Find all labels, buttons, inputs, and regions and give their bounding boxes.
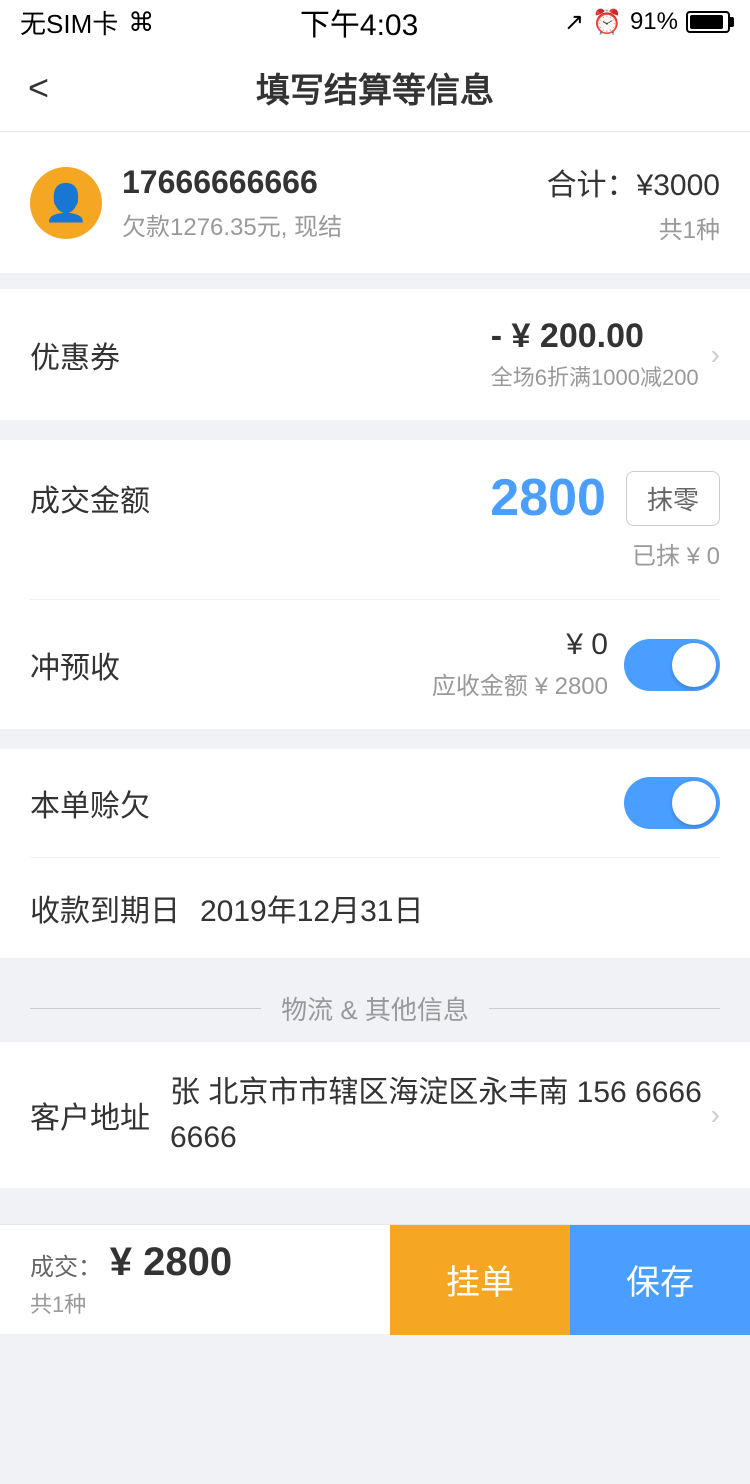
battery-percent: 91%: [630, 8, 678, 36]
customer-card: 👤 17666666666 欠款1276.35元, 现结 合计：¥3000 共1…: [0, 132, 750, 273]
address-value: 张 北京市市辖区海淀区永丰南 156 6666 6666: [170, 1070, 711, 1160]
coupon-row[interactable]: 优惠券 - ¥ 200.00 全场6折满1000减200 ›: [0, 289, 750, 420]
page-title: 填写结算等信息: [256, 63, 494, 112]
coupon-discount: - ¥ 200.00: [491, 317, 699, 356]
bottom-count: 共1种: [30, 1287, 360, 1319]
coupon-desc: 全场6折满1000减200: [491, 360, 699, 392]
save-button[interactable]: 保存: [570, 1225, 750, 1335]
customer-info: 17666666666 欠款1276.35元, 现结: [122, 164, 547, 242]
status-left: 无SIM卡 ⌘: [20, 4, 154, 41]
address-label: 客户地址: [30, 1093, 150, 1137]
status-time: 下午4:03: [300, 0, 418, 44]
avatar: 👤: [30, 167, 102, 239]
amount-value-group: 2800 抹零: [490, 468, 720, 528]
back-button[interactable]: <: [28, 67, 49, 109]
bottom-info: 成交： ¥ 2800 共1种: [0, 1240, 390, 1319]
due-date-row: 收款到期日 2019年12月31日: [0, 858, 750, 958]
customer-total: 合计：¥3000 共1种: [547, 160, 720, 245]
wifi-icon: ⌘: [128, 7, 154, 38]
coupon-chevron-icon: ›: [711, 339, 720, 371]
amount-row: 成交金额 2800 抹零: [30, 468, 720, 528]
gray-separator-1: [0, 420, 750, 440]
customer-row: 👤 17666666666 欠款1276.35元, 现结 合计：¥3000 共1…: [0, 132, 750, 273]
logistics-separator: 物流 & 其他信息: [0, 978, 750, 1038]
amount-section: 成交金额 2800 抹零 已抹 ¥ 0: [0, 440, 750, 599]
customer-sub: 欠款1276.35元, 现结: [122, 207, 547, 242]
bottom-deal-label: 成交：: [30, 1254, 102, 1281]
advance-toggle[interactable]: [624, 639, 720, 691]
coupon-label: 优惠券: [30, 333, 120, 377]
due-date-label: 收款到期日: [30, 886, 180, 930]
coupon-right: - ¥ 200.00 全场6折满1000减200 ›: [491, 317, 720, 392]
alarm-icon: ⏰: [592, 8, 622, 37]
advance-row: 冲预收 ¥ 0 应收金额 ¥ 2800: [0, 600, 750, 729]
status-bar: 无SIM卡 ⌘ 下午4:03 ↗ ⏰ 91%: [0, 0, 750, 44]
battery-icon: [686, 11, 730, 33]
carrier-label: 无SIM卡: [20, 4, 118, 41]
round-button[interactable]: 抹零: [626, 471, 720, 526]
gray-separator-3: [0, 958, 750, 978]
deferred-toggle[interactable]: [624, 777, 720, 829]
gray-separator-2: [0, 729, 750, 749]
customer-phone: 17666666666: [122, 164, 547, 201]
advance-right: ¥ 0 应收金额 ¥ 2800: [432, 628, 720, 701]
deferred-card: 本单赊欠 收款到期日 2019年12月31日: [0, 749, 750, 958]
amount-label: 成交金额: [30, 476, 150, 520]
advance-value-group: ¥ 0 应收金额 ¥ 2800: [432, 628, 608, 701]
amount-sub: 已抹 ¥ 0: [30, 536, 720, 571]
logistics-label: 物流 & 其他信息: [261, 990, 489, 1027]
total-amount: 合计：¥3000: [547, 160, 720, 204]
location-icon: ↗: [564, 8, 584, 37]
advance-sub: 应收金额 ¥ 2800: [432, 666, 608, 701]
status-right: ↗ ⏰ 91%: [564, 8, 730, 37]
due-date-value: 2019年12月31日: [200, 886, 423, 930]
amount-number: 2800: [490, 468, 606, 528]
advance-label: 冲预收: [30, 643, 120, 687]
hang-button[interactable]: 挂单: [390, 1225, 570, 1335]
battery-fill: [690, 15, 723, 29]
header: < 填写结算等信息: [0, 44, 750, 132]
coupon-card: 优惠券 - ¥ 200.00 全场6折满1000减200 ›: [0, 289, 750, 420]
deferred-label: 本单赊欠: [30, 781, 150, 825]
total-count: 共1种: [547, 210, 720, 245]
advance-value: ¥ 0: [432, 628, 608, 662]
amount-card: 成交金额 2800 抹零 已抹 ¥ 0 冲预收 ¥ 0 应收金额 ¥ 2800: [0, 440, 750, 729]
address-card: 客户地址 张 北京市市辖区海淀区永丰南 156 6666 6666 ›: [0, 1042, 750, 1188]
address-chevron-icon: ›: [711, 1099, 720, 1131]
address-row[interactable]: 客户地址 张 北京市市辖区海淀区永丰南 156 6666 6666 ›: [0, 1042, 750, 1188]
bottom-amount: ¥ 2800: [110, 1240, 232, 1284]
deferred-row: 本单赊欠: [0, 749, 750, 857]
bottom-bar: 成交： ¥ 2800 共1种 挂单 保存: [0, 1224, 750, 1334]
